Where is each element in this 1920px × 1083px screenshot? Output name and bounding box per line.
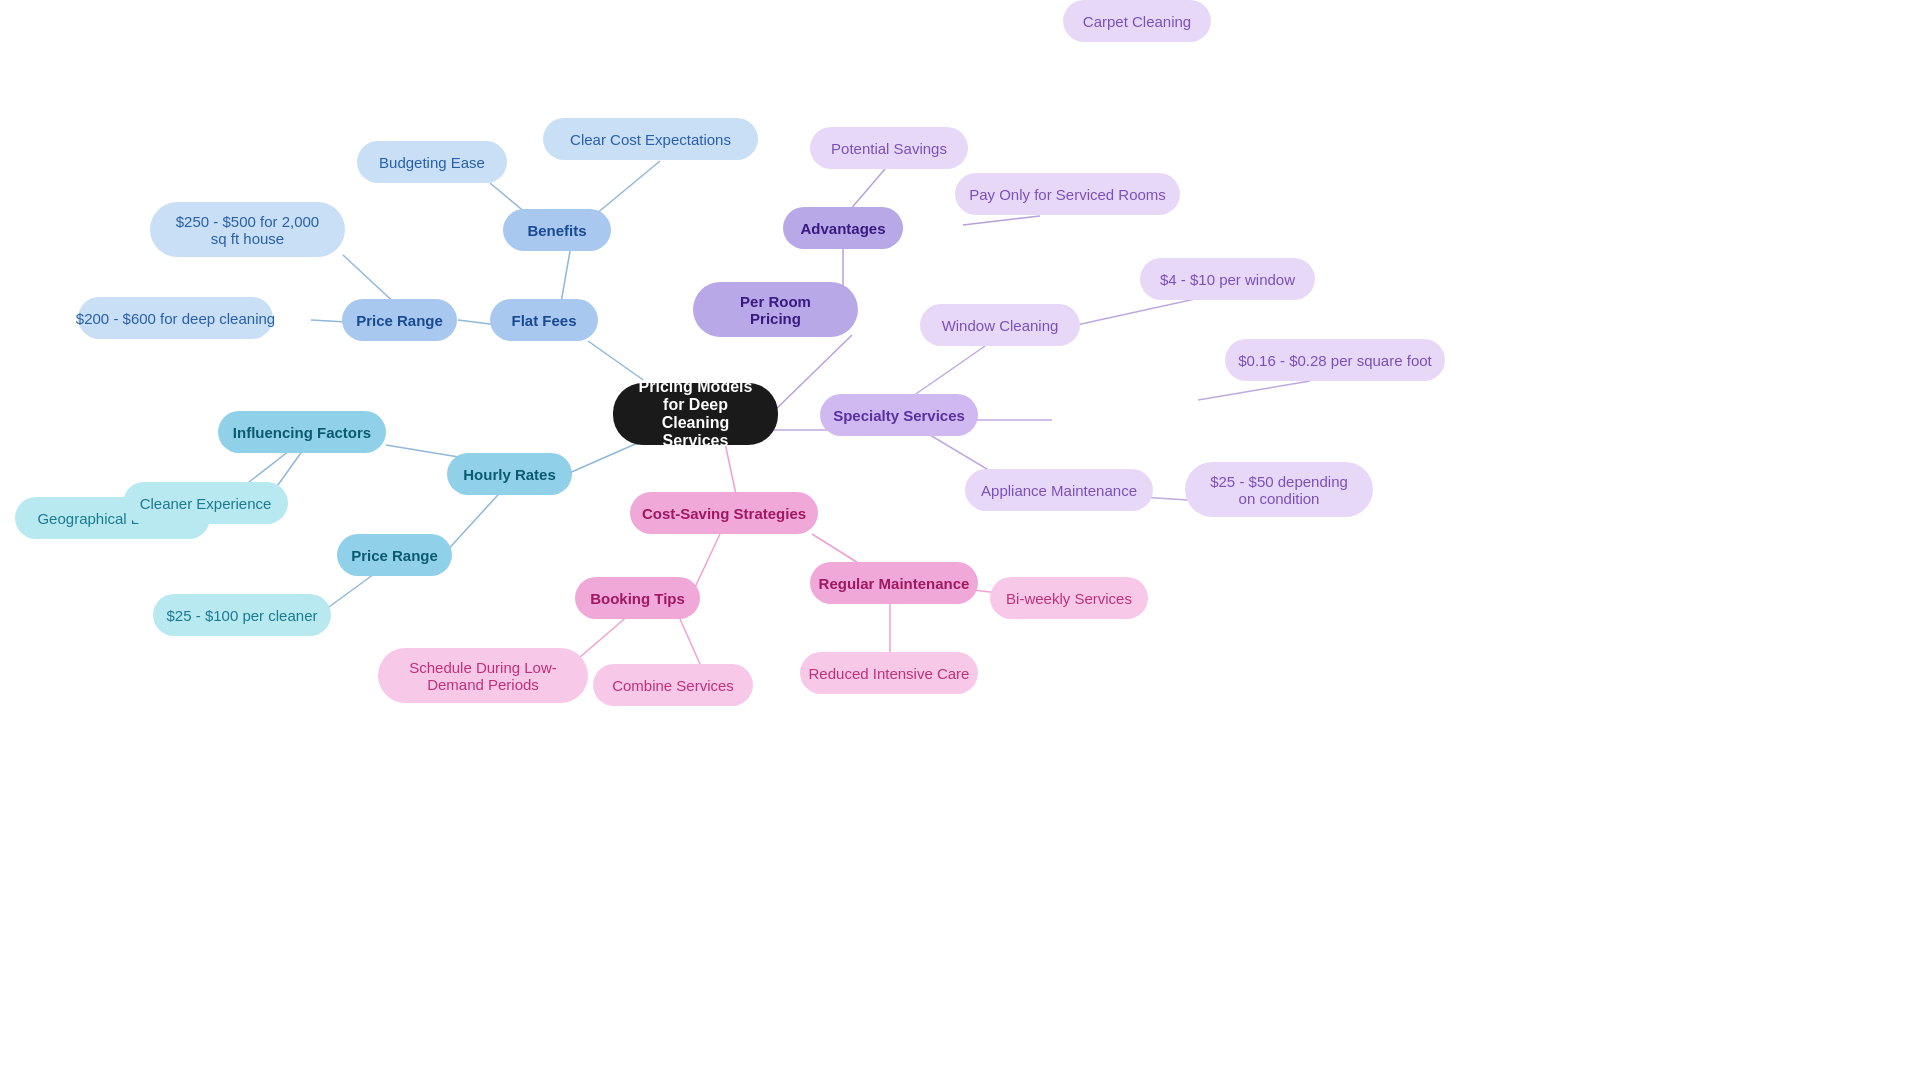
center-node: Pricing Models for Deep Cleaning Service… <box>613 383 778 445</box>
cost-saving-node: Cost-Saving Strategies <box>630 492 818 534</box>
price-250-node: $250 - $500 for 2,000 sq ft house <box>150 202 345 257</box>
win-price-node: $4 - $10 per window <box>1140 258 1315 300</box>
svg-line-23 <box>1198 381 1310 400</box>
cleaner-exp-node: Cleaner Experience <box>123 482 288 524</box>
booking-tips-node: Booking Tips <box>575 577 700 619</box>
svg-line-27 <box>680 619 700 664</box>
svg-line-17 <box>443 485 507 555</box>
flat-fees-node: Flat Fees <box>490 299 598 341</box>
svg-line-22 <box>1063 299 1195 328</box>
price-200-node: $200 - $600 for deep cleaning <box>78 297 273 339</box>
window-node: Window Cleaning <box>920 304 1080 346</box>
svg-line-13 <box>963 216 1040 225</box>
hourly-rates-node: Hourly Rates <box>447 453 572 495</box>
carpet-node: Carpet Cleaning <box>1063 0 1211 42</box>
per-room-node: Per Room Pricing <box>693 282 858 337</box>
carpet-price-node: $0.16 - $0.28 per square foot <box>1225 339 1445 381</box>
potential-savings-node: Potential Savings <box>810 127 968 169</box>
benefits-node: Benefits <box>503 209 611 251</box>
advantages-node: Advantages <box>783 207 903 249</box>
svg-line-8 <box>590 161 660 219</box>
pay-only-node: Pay Only for Serviced Rooms <box>955 173 1180 215</box>
reduced-node: Reduced Intensive Care <box>800 652 978 694</box>
price-range-hr-node: Price Range <box>337 534 452 576</box>
price-range-flat-node: Price Range <box>342 299 457 341</box>
influencing-node: Influencing Factors <box>218 411 386 453</box>
budgeting-ease-node: Budgeting Ease <box>357 141 507 183</box>
biweekly-node: Bi-weekly Services <box>990 577 1148 619</box>
app-price-node: $25 - $50 depending on condition <box>1185 462 1373 517</box>
specialty-node: Specialty Services <box>820 394 978 436</box>
combine-node: Combine Services <box>593 664 753 706</box>
price-25-node: $25 - $100 per cleaner <box>153 594 331 636</box>
regular-maint-node: Regular Maintenance <box>810 562 978 604</box>
appliance-node: Appliance Maintenance <box>965 469 1153 511</box>
schedule-node: Schedule During Low-Demand Periods <box>378 648 588 703</box>
clear-cost-node: Clear Cost Expectations <box>543 118 758 160</box>
